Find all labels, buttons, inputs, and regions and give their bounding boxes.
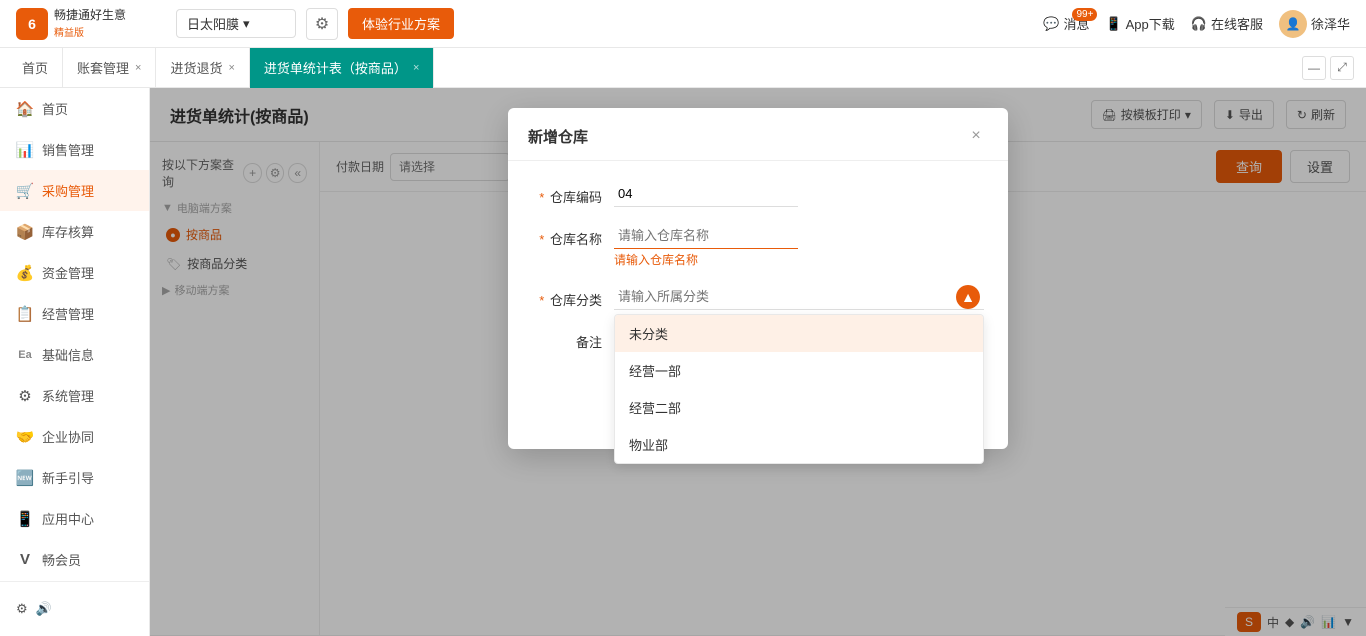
name-input[interactable] <box>614 223 798 249</box>
top-header: 6 畅捷通好生意 精益版 日太阳膜 ▾ ⚙ 体验行业方案 💬 消息 99+ 📱 … <box>0 0 1366 48</box>
sidebar-bottom-settings[interactable]: ⚙ 🔊 <box>0 590 149 628</box>
category-label: * 仓库分类 <box>532 284 602 309</box>
modal-header: 新增仓库 × <box>508 108 1008 161</box>
app-download-button[interactable]: 📱 App下载 <box>1105 14 1174 33</box>
sidebar-item-basic-info[interactable]: Ea 基础信息 <box>0 334 149 375</box>
category-toggle-button[interactable]: ▲ <box>956 285 980 309</box>
notification-badge: 99+ <box>1072 8 1097 21</box>
sidebar: 🏠 首页 📊 销售管理 🛒 采购管理 📦 库存核算 💰 资金管理 📋 经营管理 … <box>0 88 150 636</box>
avatar: 👤 <box>1279 10 1307 38</box>
logo-area: 6 畅捷通好生意 精益版 <box>16 8 166 40</box>
name-error-msg: 请输入仓库名称 <box>614 251 984 268</box>
name-input-wrapper: 请输入仓库名称 <box>614 223 984 268</box>
gear-button[interactable]: ⚙ <box>306 8 338 40</box>
tab-home[interactable]: 首页 <box>8 48 63 88</box>
system-icon: ⚙ <box>16 387 34 405</box>
purchase-icon: 🛒 <box>16 182 34 200</box>
sidebar-item-sales[interactable]: 📊 销售管理 <box>0 129 149 170</box>
sidebar-item-home[interactable]: 🏠 首页 <box>0 88 149 129</box>
sidebar-item-inventory[interactable]: 📦 库存核算 <box>0 211 149 252</box>
tab-expand-button[interactable]: ⤢ <box>1330 56 1354 80</box>
operations-icon: 📋 <box>16 305 34 323</box>
online-service-button[interactable]: 🎧 在线客服 <box>1191 14 1263 33</box>
category-option-uncategorized[interactable]: 未分类 <box>615 315 983 352</box>
category-input[interactable] <box>614 284 984 310</box>
modal-body: * 仓库编码 * 仓库名称 <box>508 161 1008 388</box>
category-input-wrapper: ▲ 未分类 经营一部 经营二部 物业部 <box>614 284 984 310</box>
chevron-down-icon: ▾ <box>243 16 250 32</box>
header-right: 💬 消息 99+ 📱 App下载 🎧 在线客服 👤 徐泽华 <box>1043 10 1350 38</box>
apps-icon: 📱 <box>16 510 34 528</box>
trial-button[interactable]: 体验行业方案 <box>348 8 454 39</box>
logo-icon: 6 <box>16 8 48 40</box>
code-form-row: * 仓库编码 <box>532 181 984 207</box>
category-dropdown: 未分类 经营一部 经营二部 物业部 <box>614 314 984 464</box>
sidebar-item-operations[interactable]: 📋 经营管理 <box>0 293 149 334</box>
tab-account[interactable]: 账套管理 × <box>63 48 156 88</box>
sales-icon: 📊 <box>16 141 34 159</box>
guide-icon: 🆕 <box>16 469 34 487</box>
inventory-icon: 📦 <box>16 223 34 241</box>
sidebar-item-purchase[interactable]: 🛒 采购管理 <box>0 170 149 211</box>
sidebar-item-apps[interactable]: 📱 应用中心 <box>0 498 149 539</box>
sidebar-item-finance[interactable]: 💰 资金管理 <box>0 252 149 293</box>
settings-icon: ⚙ <box>16 601 28 617</box>
content-area: 进货单统计(按商品) 🖨 按模板打印 ▾ ⬇ 导出 ↻ 刷新 <box>150 88 1366 636</box>
headset-icon: 🎧 <box>1191 16 1207 32</box>
sidebar-item-guide[interactable]: 🆕 新手引导 <box>0 457 149 498</box>
message-icon: 💬 <box>1043 16 1059 32</box>
category-option-dept1[interactable]: 经营一部 <box>615 352 983 389</box>
tab-purchase-stats[interactable]: 进货单统计表（按商品） × <box>250 48 434 88</box>
sidebar-sound-icon: 🔊 <box>36 601 52 617</box>
tab-close-account[interactable]: × <box>135 62 141 74</box>
category-form-row: * 仓库分类 ▲ 未分类 经营一部 经营二部 物业部 <box>532 284 984 310</box>
member-icon: V <box>16 551 34 569</box>
home-icon: 🏠 <box>16 100 34 118</box>
user-button[interactable]: 👤 徐泽华 <box>1279 10 1350 38</box>
category-option-dept2[interactable]: 经营二部 <box>615 389 983 426</box>
name-form-row: * 仓库名称 请输入仓库名称 <box>532 223 984 268</box>
tab-close-purchase-stats[interactable]: × <box>413 62 419 74</box>
logo-text: 畅捷通好生意 精益版 <box>54 8 126 39</box>
enterprise-icon: 🤝 <box>16 428 34 446</box>
modal-close-button[interactable]: × <box>964 124 988 148</box>
messages-button[interactable]: 💬 消息 99+ <box>1043 14 1089 33</box>
store-selector[interactable]: 日太阳膜 ▾ <box>176 9 296 38</box>
tab-minimize-button[interactable]: — <box>1302 56 1326 80</box>
code-label: * 仓库编码 <box>532 181 602 206</box>
main-layout: 🏠 首页 📊 销售管理 🛒 采购管理 📦 库存核算 💰 资金管理 📋 经营管理 … <box>0 88 1366 636</box>
category-option-property[interactable]: 物业部 <box>615 426 983 463</box>
finance-icon: 💰 <box>16 264 34 282</box>
basic-info-icon: Ea <box>16 346 34 364</box>
code-input[interactable] <box>614 181 798 207</box>
sidebar-item-enterprise[interactable]: 🤝 企业协同 <box>0 416 149 457</box>
code-input-wrapper <box>614 181 984 207</box>
tab-close-purchase-return[interactable]: × <box>228 62 234 74</box>
phone-icon: 📱 <box>1105 16 1121 32</box>
note-label: 备注 <box>532 326 602 351</box>
gear-icon: ⚙ <box>315 14 329 34</box>
tab-purchase-return[interactable]: 进货退货 × <box>156 48 249 88</box>
new-warehouse-modal: 新增仓库 × * 仓库编码 <box>508 108 1008 449</box>
tab-bar: 首页 账套管理 × 进货退货 × 进货单统计表（按商品） × — ⤢ <box>0 48 1366 88</box>
sidebar-item-member[interactable]: V 畅会员 <box>0 539 149 580</box>
name-label: * 仓库名称 <box>532 223 602 248</box>
modal-title: 新增仓库 <box>528 126 588 147</box>
modal-overlay: 新增仓库 × * 仓库编码 <box>150 88 1366 636</box>
sidebar-item-system[interactable]: ⚙ 系统管理 <box>0 375 149 416</box>
